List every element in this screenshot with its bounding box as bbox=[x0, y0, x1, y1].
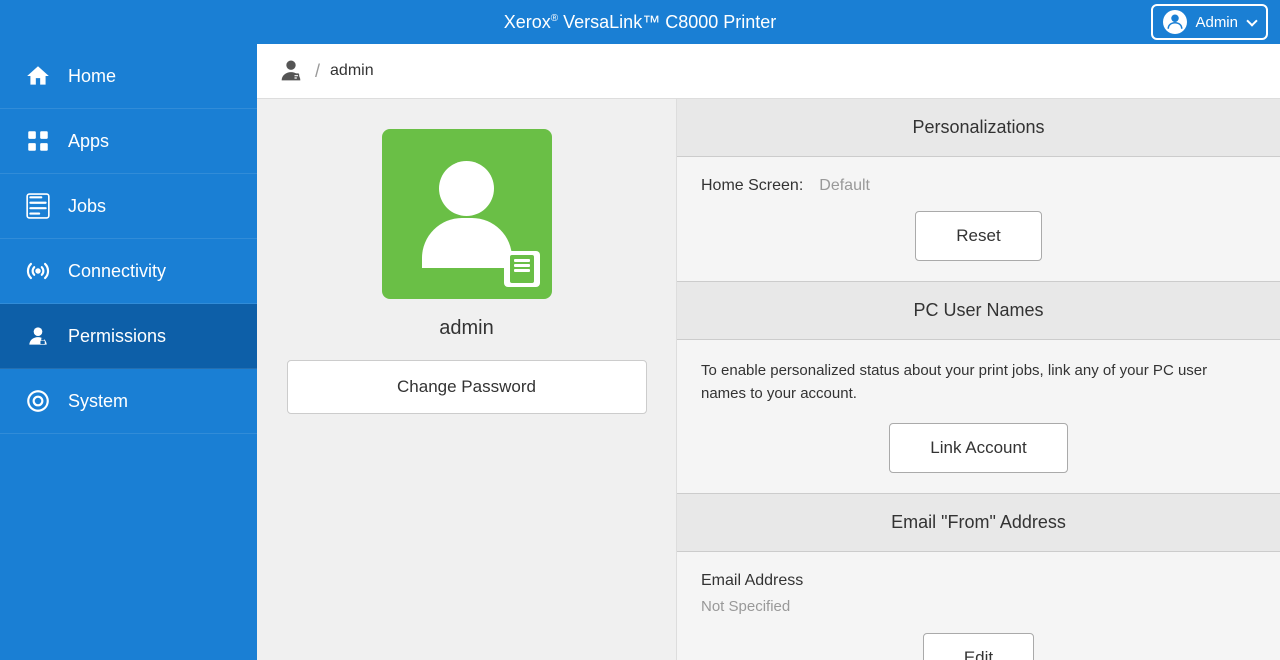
sidebar-label-permissions: Permissions bbox=[68, 326, 166, 347]
pc-user-names-content: To enable personalized status about your… bbox=[677, 340, 1280, 494]
sidebar-label-apps: Apps bbox=[68, 131, 109, 152]
admin-button[interactable]: Admin bbox=[1151, 4, 1268, 40]
home-icon bbox=[24, 62, 52, 90]
content-area: / admin admin Change Password bbox=[257, 44, 1280, 660]
admin-avatar-icon bbox=[1163, 10, 1187, 34]
email-from-address-header: Email "From" Address bbox=[677, 494, 1280, 552]
profile-name: admin bbox=[439, 317, 493, 340]
sidebar: Home Apps bbox=[0, 44, 257, 660]
breadcrumb: / admin bbox=[257, 44, 1280, 99]
reset-button[interactable]: Reset bbox=[915, 211, 1041, 261]
admin-label: Admin bbox=[1195, 14, 1238, 31]
connectivity-icon bbox=[24, 257, 52, 285]
sidebar-label-home: Home bbox=[68, 66, 116, 87]
breadcrumb-page-title: admin bbox=[330, 62, 374, 80]
breadcrumb-user-icon bbox=[277, 57, 305, 85]
main-container: Home Apps bbox=[0, 44, 1280, 660]
sidebar-label-jobs: Jobs bbox=[68, 196, 106, 217]
personalizations-header: Personalizations bbox=[677, 99, 1280, 157]
avatar-body bbox=[422, 218, 512, 268]
chevron-down-icon bbox=[1246, 15, 1257, 26]
pc-user-names-header: PC User Names bbox=[677, 282, 1280, 340]
permissions-icon bbox=[24, 322, 52, 350]
sidebar-item-system[interactable]: System bbox=[0, 369, 257, 434]
settings-panel: Personalizations Home Screen: Default Re… bbox=[677, 99, 1280, 660]
apps-icon bbox=[24, 127, 52, 155]
email-address-value: Not Specified bbox=[701, 598, 1256, 615]
pc-user-description: To enable personalized status about your… bbox=[701, 360, 1256, 405]
avatar bbox=[382, 129, 552, 299]
system-icon bbox=[24, 387, 52, 415]
sidebar-item-apps[interactable]: Apps bbox=[0, 109, 257, 174]
avatar-badge-inner bbox=[510, 255, 534, 283]
home-screen-label: Home Screen: bbox=[701, 177, 803, 195]
sidebar-item-jobs[interactable]: Jobs bbox=[0, 174, 257, 239]
breadcrumb-separator: / bbox=[315, 61, 320, 82]
change-password-button[interactable]: Change Password bbox=[287, 360, 647, 414]
sidebar-label-system: System bbox=[68, 391, 128, 412]
home-screen-row: Home Screen: Default bbox=[701, 177, 1256, 195]
personalizations-content: Home Screen: Default Reset bbox=[677, 157, 1280, 282]
edit-button[interactable]: Edit bbox=[923, 633, 1034, 660]
header: Xerox® VersaLink™ C8000 Printer Admin bbox=[0, 0, 1280, 44]
avatar-head bbox=[439, 161, 494, 216]
email-from-address-content: Email Address Not Specified Edit bbox=[677, 552, 1280, 660]
sidebar-item-connectivity[interactable]: Connectivity bbox=[0, 239, 257, 304]
link-account-button[interactable]: Link Account bbox=[889, 423, 1067, 473]
sidebar-label-connectivity: Connectivity bbox=[68, 261, 166, 282]
avatar-person bbox=[422, 161, 512, 268]
jobs-icon bbox=[24, 192, 52, 220]
profile-panel: admin Change Password bbox=[257, 99, 677, 660]
profile-settings: admin Change Password Personalizations H… bbox=[257, 99, 1280, 660]
sidebar-item-home[interactable]: Home bbox=[0, 44, 257, 109]
avatar-badge bbox=[504, 251, 540, 287]
home-screen-value: Default bbox=[819, 177, 870, 195]
email-address-label: Email Address bbox=[701, 572, 1256, 590]
sidebar-item-permissions[interactable]: Permissions bbox=[0, 304, 257, 369]
header-title: Xerox® VersaLink™ C8000 Printer bbox=[504, 12, 777, 33]
